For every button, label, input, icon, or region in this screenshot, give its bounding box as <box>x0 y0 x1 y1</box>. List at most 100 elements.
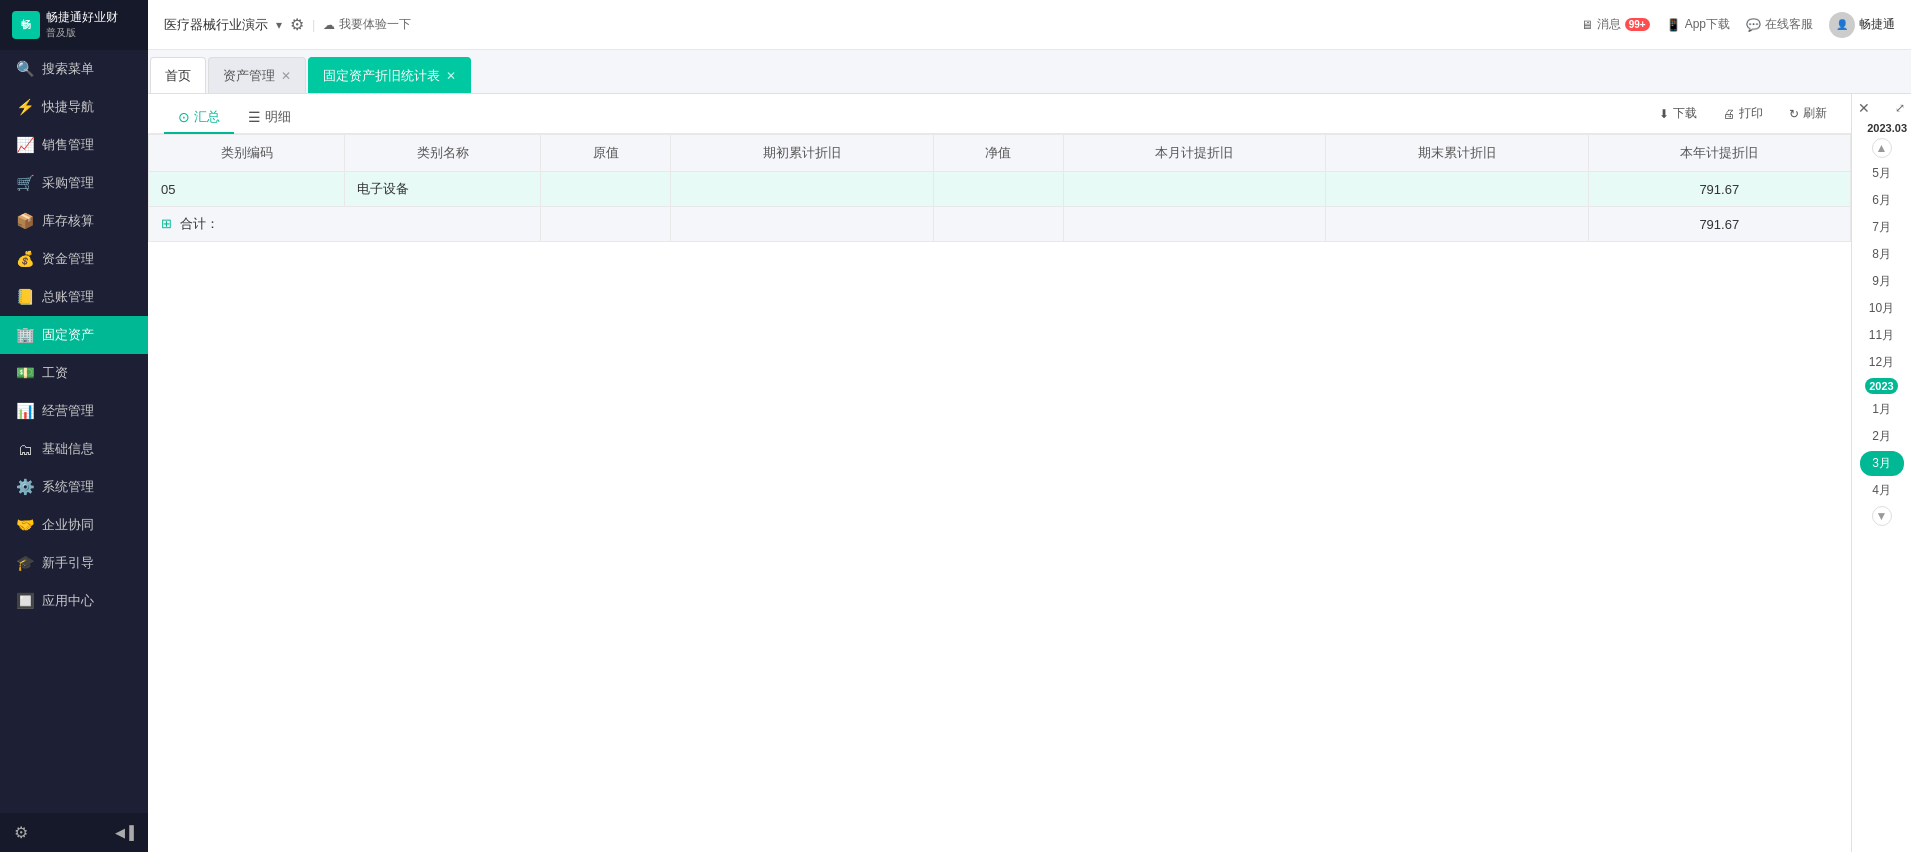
main-panel: ⊙ 汇总 ☰ 明细 ⬇ 下载 🖨 打印 <box>148 94 1851 852</box>
online-service-action[interactable]: 💬 在线客服 <box>1746 16 1813 33</box>
tab-asset-close[interactable]: ✕ <box>281 69 291 83</box>
month-item-3-active[interactable]: 3月 <box>1860 451 1904 476</box>
total-net <box>933 207 1063 242</box>
sidebar-item-search-label: 搜索菜单 <box>42 60 94 78</box>
right-panel: ✕ ⤢ 2023.03 ▲ 5月 6月 7月 8月 9月 10月 11月 12月… <box>1851 94 1911 852</box>
col-code: 类别编码 <box>149 135 345 172</box>
table-wrap: 类别编码 类别名称 原值 期初累计折旧 净值 本月计提折旧 期末累计折旧 本年计… <box>148 134 1851 852</box>
total-monthly <box>1063 207 1325 242</box>
year-2023-tag: 2023 <box>1865 378 1897 394</box>
month-scroll-down-button[interactable]: ▼ <box>1872 506 1892 526</box>
app-subtitle: 普及版 <box>46 26 118 40</box>
sidebar: 畅 畅捷通好业财 普及版 🔍 搜索菜单 ⚡ 快捷导航 📈 销售管理 🛒 采购管理… <box>0 0 148 852</box>
sidebar-item-quicknav[interactable]: ⚡ 快捷导航 <box>0 88 148 126</box>
experience-label: 我要体验一下 <box>339 16 411 33</box>
sidebar-item-sales-label: 销售管理 <box>42 136 94 154</box>
month-item-4[interactable]: 4月 <box>1860 478 1904 503</box>
sidebar-item-sales[interactable]: 📈 销售管理 <box>0 126 148 164</box>
right-panel-header: ✕ ⤢ <box>1852 96 1911 120</box>
sidebar-item-sys[interactable]: ⚙️ 系统管理 <box>0 468 148 506</box>
sidebar-item-coop[interactable]: 🤝 企业协同 <box>0 506 148 544</box>
sidebar-item-ledger[interactable]: 📒 总账管理 <box>0 278 148 316</box>
col-annual: 本年计提折旧 <box>1588 135 1850 172</box>
row-original <box>541 172 671 207</box>
print-icon: 🖨 <box>1723 107 1735 121</box>
sidebar-item-coop-label: 企业协同 <box>42 516 94 534</box>
sidebar-item-inventory[interactable]: 📦 库存核算 <box>0 202 148 240</box>
month-scroll-up-button[interactable]: ▲ <box>1872 138 1892 158</box>
tab-depreciation[interactable]: 固定资产折旧统计表 ✕ <box>308 57 471 93</box>
detail-icon: ☰ <box>248 109 261 125</box>
right-panel-expand-icon[interactable]: ⤢ <box>1895 101 1905 115</box>
topbar: 医疗器械行业演示 ▾ ⚙ | ☁ 我要体验一下 🖥 消息 99+ 📱 App下载… <box>148 0 1911 50</box>
online-service-label: 在线客服 <box>1765 16 1813 33</box>
right-panel-close-icon[interactable]: ✕ <box>1858 100 1870 116</box>
sidebar-item-payroll[interactable]: 💵 工资 <box>0 354 148 392</box>
user-avatar-action[interactable]: 👤 畅捷通 <box>1829 12 1895 38</box>
online-service-icon: 💬 <box>1746 18 1761 32</box>
ops-icon: 📊 <box>16 402 34 420</box>
sidebar-item-guide[interactable]: 🎓 新手引导 <box>0 544 148 582</box>
sidebar-item-ledger-label: 总账管理 <box>42 288 94 306</box>
month-item-1[interactable]: 1月 <box>1860 397 1904 422</box>
coop-icon: 🤝 <box>16 516 34 534</box>
sidebar-item-payroll-label: 工资 <box>42 364 68 382</box>
month-item-10[interactable]: 10月 <box>1860 296 1904 321</box>
row-net <box>933 172 1063 207</box>
print-button[interactable]: 🖨 打印 <box>1715 102 1771 125</box>
payroll-icon: 💵 <box>16 364 34 382</box>
refresh-button[interactable]: ↻ 刷新 <box>1781 102 1835 125</box>
month-item-6[interactable]: 6月 <box>1860 188 1904 213</box>
sidebar-item-finance[interactable]: 💰 资金管理 <box>0 240 148 278</box>
total-icon: ⊞ <box>161 216 172 231</box>
print-label: 打印 <box>1739 105 1763 122</box>
table-row[interactable]: 05 电子设备 791.67 <box>149 172 1851 207</box>
search-icon: 🔍 <box>16 60 34 78</box>
tab-depreciation-close[interactable]: ✕ <box>446 69 456 83</box>
sidebar-item-fixed[interactable]: 🏢 固定资产 <box>0 316 148 354</box>
sidebar-item-ops-label: 经营管理 <box>42 402 94 420</box>
sales-icon: 📈 <box>16 136 34 154</box>
col-name: 类别名称 <box>345 135 541 172</box>
company-dropdown-icon[interactable]: ▾ <box>276 18 282 32</box>
app-logo: 畅 <box>12 11 40 39</box>
month-item-2[interactable]: 2月 <box>1860 424 1904 449</box>
month-item-5[interactable]: 5月 <box>1860 161 1904 186</box>
tab-home[interactable]: 首页 <box>150 57 206 93</box>
row-monthly <box>1063 172 1325 207</box>
download-button[interactable]: ⬇ 下载 <box>1651 102 1705 125</box>
sidebar-item-guide-label: 新手引导 <box>42 554 94 572</box>
subtab-detail[interactable]: ☰ 明细 <box>234 102 305 134</box>
month-item-7[interactable]: 7月 <box>1860 215 1904 240</box>
tab-asset-mgmt[interactable]: 资产管理 ✕ <box>208 57 306 93</box>
app-download-action[interactable]: 📱 App下载 <box>1666 16 1730 33</box>
sidebar-item-apps[interactable]: 🔲 应用中心 <box>0 582 148 620</box>
month-item-12[interactable]: 12月 <box>1860 350 1904 375</box>
total-original <box>541 207 671 242</box>
refresh-icon: ↻ <box>1789 107 1799 121</box>
month-item-11[interactable]: 11月 <box>1860 323 1904 348</box>
month-item-8[interactable]: 8月 <box>1860 242 1904 267</box>
col-net: 净值 <box>933 135 1063 172</box>
subtab-summary-label: 汇总 <box>194 108 220 126</box>
message-action[interactable]: 🖥 消息 99+ <box>1581 16 1650 33</box>
sidebar-item-ops[interactable]: 📊 经营管理 <box>0 392 148 430</box>
row-ending <box>1326 172 1588 207</box>
app-download-icon: 📱 <box>1666 18 1681 32</box>
month-item-9[interactable]: 9月 <box>1860 269 1904 294</box>
basic-icon: 🗂 <box>16 441 34 458</box>
topbar-settings-icon[interactable]: ⚙ <box>290 15 304 34</box>
sidebar-item-basic[interactable]: 🗂 基础信息 <box>0 430 148 468</box>
download-label: 下载 <box>1673 105 1697 122</box>
collapse-icon[interactable]: ◀▐ <box>115 825 134 840</box>
settings-footer-icon[interactable]: ⚙ <box>14 823 28 842</box>
sidebar-item-purchase-label: 采购管理 <box>42 174 94 192</box>
download-icon: ⬇ <box>1659 107 1669 121</box>
subtab-summary[interactable]: ⊙ 汇总 <box>164 102 234 134</box>
refresh-label: 刷新 <box>1803 105 1827 122</box>
sidebar-item-fixed-label: 固定资产 <box>42 326 94 344</box>
sidebar-item-purchase[interactable]: 🛒 采购管理 <box>0 164 148 202</box>
sidebar-item-search[interactable]: 🔍 搜索菜单 <box>0 50 148 88</box>
total-annual: 791.67 <box>1588 207 1850 242</box>
experience-button[interactable]: ☁ 我要体验一下 <box>323 16 411 33</box>
